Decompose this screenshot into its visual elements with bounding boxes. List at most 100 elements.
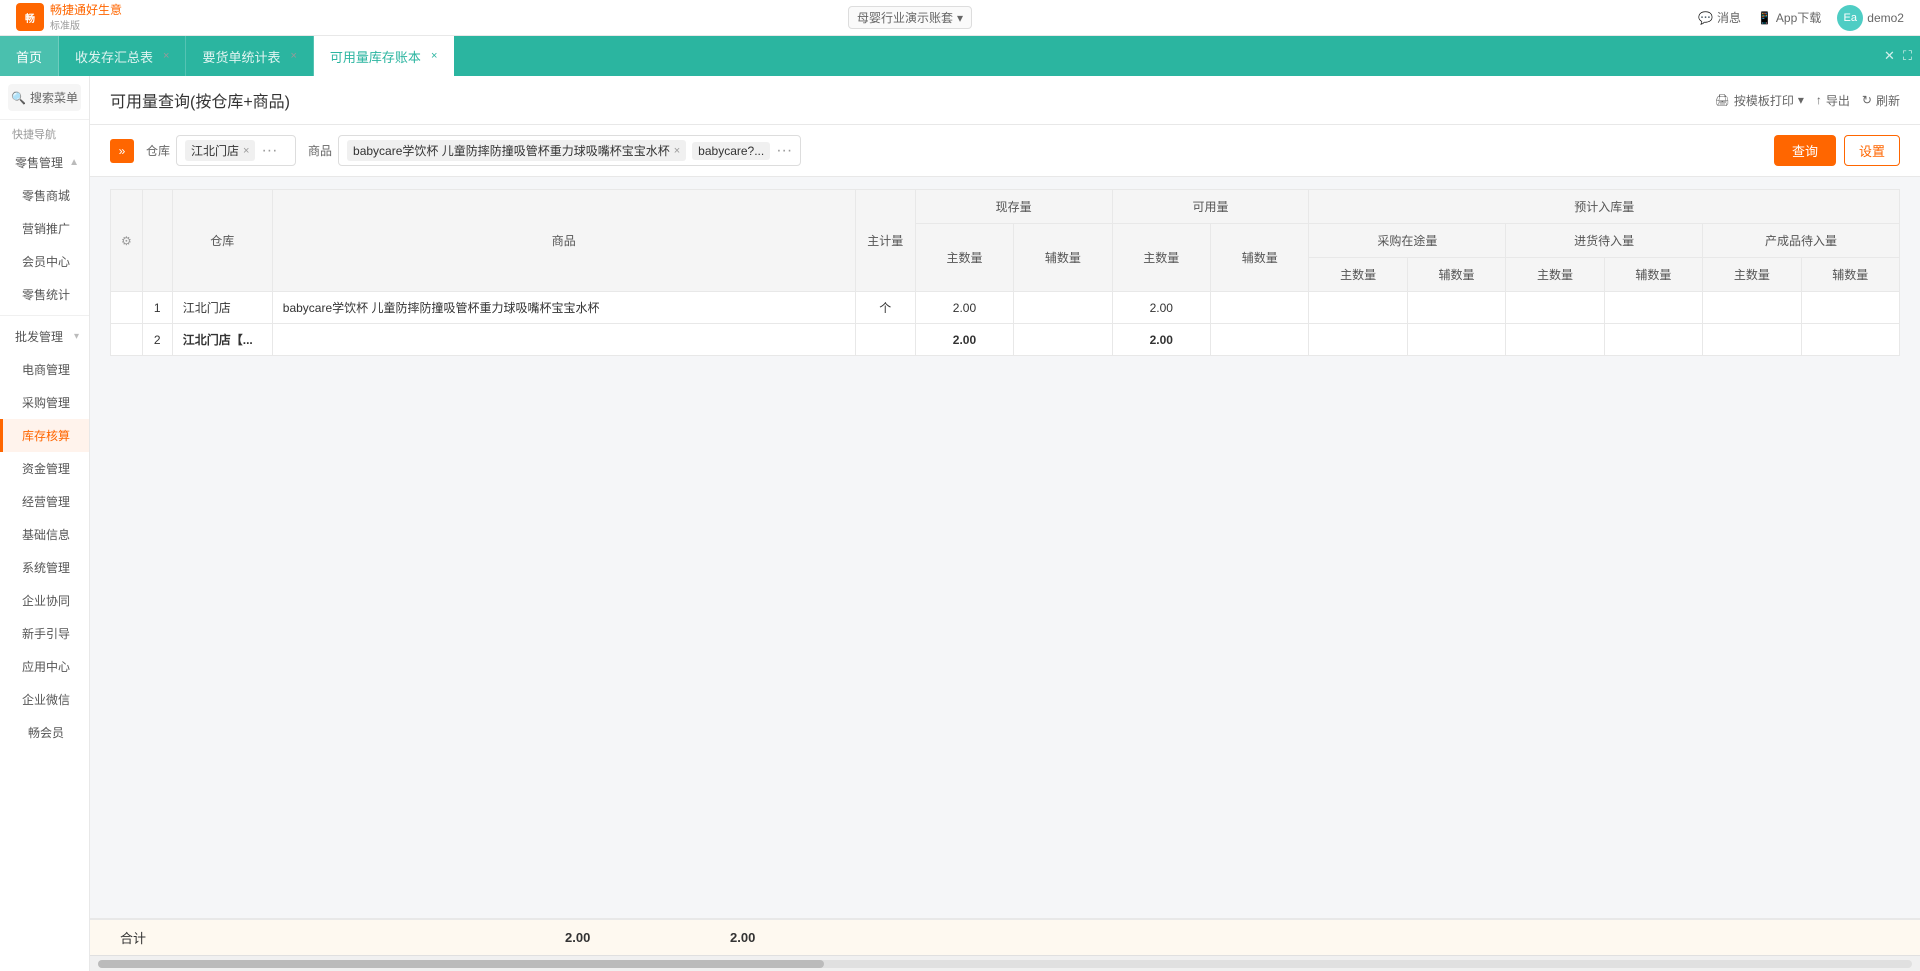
scroll-thumb[interactable] (98, 960, 824, 968)
fullscreen-icon[interactable]: ⛶ (1903, 48, 1912, 64)
tab-spacer (454, 36, 1876, 76)
th-purchase-main: 主数量 (1309, 258, 1407, 292)
sidebar-item-inventory-check[interactable]: 库存核算 (0, 419, 89, 452)
td-available-aux (1211, 324, 1309, 356)
tab-receipt-summary[interactable]: 收发存汇总表 × (59, 36, 186, 76)
remove-product-tag-1[interactable]: × (674, 145, 680, 157)
th-incoming-group: 进货待入量 (1506, 224, 1703, 258)
tab-home[interactable]: 首页 (0, 36, 59, 76)
avatar: Ea (1837, 5, 1863, 31)
td-warehouse: 江北门店【... (172, 324, 272, 356)
industry-selector[interactable]: 母婴行业演示账套 ▾ (848, 6, 972, 29)
print-btn[interactable]: 🖨 按模板打印 ▾ (1715, 92, 1804, 109)
remove-warehouse-tag[interactable]: × (243, 145, 249, 157)
th-product: 商品 (272, 190, 855, 292)
main-layout: 🔍 搜索菜单 快捷导航 零售管理 ▲ 零售商城 营销推广 会员中心 零售统计 批… (0, 76, 1920, 971)
print-icon: 🖨 (1715, 93, 1730, 107)
sidebar-item-sys-mgmt[interactable]: 系统管理 (0, 551, 89, 584)
sidebar-item-enterprise-collab[interactable]: 企业协同 (0, 584, 89, 617)
sidebar-item-enterprise-wechat[interactable]: 企业微信 (0, 683, 89, 716)
scroll-track[interactable] (98, 960, 1912, 968)
top-bar-left: 畅 畅捷通好生意 标准版 (16, 3, 122, 32)
td-product (272, 324, 855, 356)
sidebar-item-retail-mall[interactable]: 零售商城 (0, 179, 89, 212)
th-incoming-main: 主数量 (1506, 258, 1604, 292)
nav-label: 快捷导航 (0, 120, 89, 146)
export-btn[interactable]: ↑ 导出 (1816, 92, 1850, 109)
sidebar-item-operations-mgmt[interactable]: 经营管理 (0, 485, 89, 518)
sidebar-item-member-center[interactable]: 会员中心 (0, 245, 89, 278)
query-btn[interactable]: 查询 (1774, 135, 1836, 166)
td-purchase-main (1309, 292, 1407, 324)
warehouse-more-btn[interactable]: ··· (261, 142, 277, 160)
sidebar-item-member[interactable]: 畅会员 (0, 716, 89, 749)
filter-actions: 查询 设置 (1774, 135, 1900, 166)
product-more-btn[interactable]: ··· (776, 142, 792, 160)
close-tab-available[interactable]: × (431, 50, 437, 62)
sidebar-item-retail-mgmt[interactable]: 零售管理 ▲ (0, 146, 89, 179)
expand-icon2: ▾ (74, 331, 79, 342)
product-input[interactable]: babycare学饮杯 儿童防摔防撞吸管杯重力球吸嘴杯宝宝水杯 × babyca… (338, 135, 801, 166)
sidebar-item-finance-mgmt[interactable]: 资金管理 (0, 452, 89, 485)
th-available-main: 主数量 (1112, 224, 1210, 292)
th-production-main: 主数量 (1703, 258, 1801, 292)
export-icon: ↑ (1816, 93, 1822, 107)
close-all-tabs-icon[interactable]: ✕ (1884, 48, 1895, 64)
td-available-aux (1211, 292, 1309, 324)
setting-btn[interactable]: 设置 (1844, 135, 1900, 166)
td-warehouse: 江北门店 (172, 292, 272, 324)
th-purchase-aux: 辅数量 (1407, 258, 1505, 292)
gear-icon[interactable]: ⚙ (121, 234, 132, 248)
top-bar: 畅 畅捷通好生意 标准版 母婴行业演示账套 ▾ 💬 消息 📱 App下载 Ea … (0, 0, 1920, 36)
search-menu-btn[interactable]: 🔍 搜索菜单 (8, 84, 81, 111)
th-gear: ⚙ (111, 190, 143, 292)
page-title: 可用量查询(按仓库+商品) (110, 88, 290, 112)
close-tab-order[interactable]: × (290, 50, 296, 62)
th-main-unit: 主计量 (855, 190, 915, 292)
sidebar-item-purchase-mgmt[interactable]: 采购管理 (0, 386, 89, 419)
tab-available-stock[interactable]: 可用量库存账本 × (314, 36, 454, 76)
logo-text: 畅捷通好生意 标准版 (50, 3, 122, 32)
th-production-aux: 辅数量 (1801, 258, 1899, 292)
sidebar-item-ecommerce[interactable]: 电商管理 (0, 353, 89, 386)
search-icon: 🔍 (11, 91, 26, 105)
td-purchase-aux (1407, 292, 1505, 324)
td-current-main: 2.00 (915, 324, 1013, 356)
sidebar-item-app-center[interactable]: 应用中心 (0, 650, 89, 683)
message-btn[interactable]: 💬 消息 (1698, 9, 1741, 26)
td-main-unit: 个 (855, 292, 915, 324)
expand-icon: ▲ (69, 157, 79, 168)
th-planned-inbound-group: 预计入库量 (1309, 190, 1900, 224)
app-download-btn[interactable]: 📱 App下载 (1757, 9, 1821, 26)
th-current-stock-group: 现存量 (915, 190, 1112, 224)
th-available-aux: 辅数量 (1211, 224, 1309, 292)
footer-available-main: 2.00 (730, 930, 755, 945)
td-available-main: 2.00 (1112, 292, 1210, 324)
sidebar-item-marketing[interactable]: 营销推广 (0, 212, 89, 245)
app-icon: 📱 (1757, 11, 1772, 25)
td-incoming-aux (1604, 324, 1702, 356)
print-arrow-icon: ▾ (1798, 93, 1804, 107)
user-profile[interactable]: Ea demo2 (1837, 5, 1904, 31)
refresh-btn[interactable]: ↻ 刷新 (1862, 92, 1900, 109)
tab-controls: ✕ ⛶ (1876, 36, 1920, 76)
sidebar-item-wholesale-mgmt[interactable]: 批发管理 ▾ (0, 320, 89, 353)
sidebar-item-new-guide[interactable]: 新手引导 (0, 617, 89, 650)
data-table: ⚙ 仓库 商品 主计量 现存量 可用量 预计入库量 主数量 辅数量 主数量 (110, 189, 1900, 356)
table-row: 2 江北门店【... 2.00 2.00 (111, 324, 1900, 356)
warehouse-input[interactable]: 江北门店 × ··· (176, 135, 296, 166)
filter-expand-btn[interactable]: » (110, 139, 134, 163)
sidebar-item-basic-info[interactable]: 基础信息 (0, 518, 89, 551)
logo-area: 畅 畅捷通好生意 标准版 (16, 3, 122, 32)
product-filter-group: 商品 babycare学饮杯 儿童防摔防撞吸管杯重力球吸嘴杯宝宝水杯 × bab… (308, 135, 801, 166)
td-purchase-aux (1407, 324, 1505, 356)
sidebar-item-retail-stats[interactable]: 零售统计 (0, 278, 89, 311)
close-tab-receipt[interactable]: × (163, 50, 169, 62)
tab-order-stats[interactable]: 要货单统计表 × (186, 36, 313, 76)
logo-icon: 畅 (16, 3, 44, 31)
td-main-unit (855, 324, 915, 356)
th-current-main: 主数量 (915, 224, 1013, 292)
warehouse-tag-jiangbei: 江北门店 × (185, 140, 255, 161)
td-incoming-aux (1604, 292, 1702, 324)
scroll-bar-area (90, 955, 1920, 971)
